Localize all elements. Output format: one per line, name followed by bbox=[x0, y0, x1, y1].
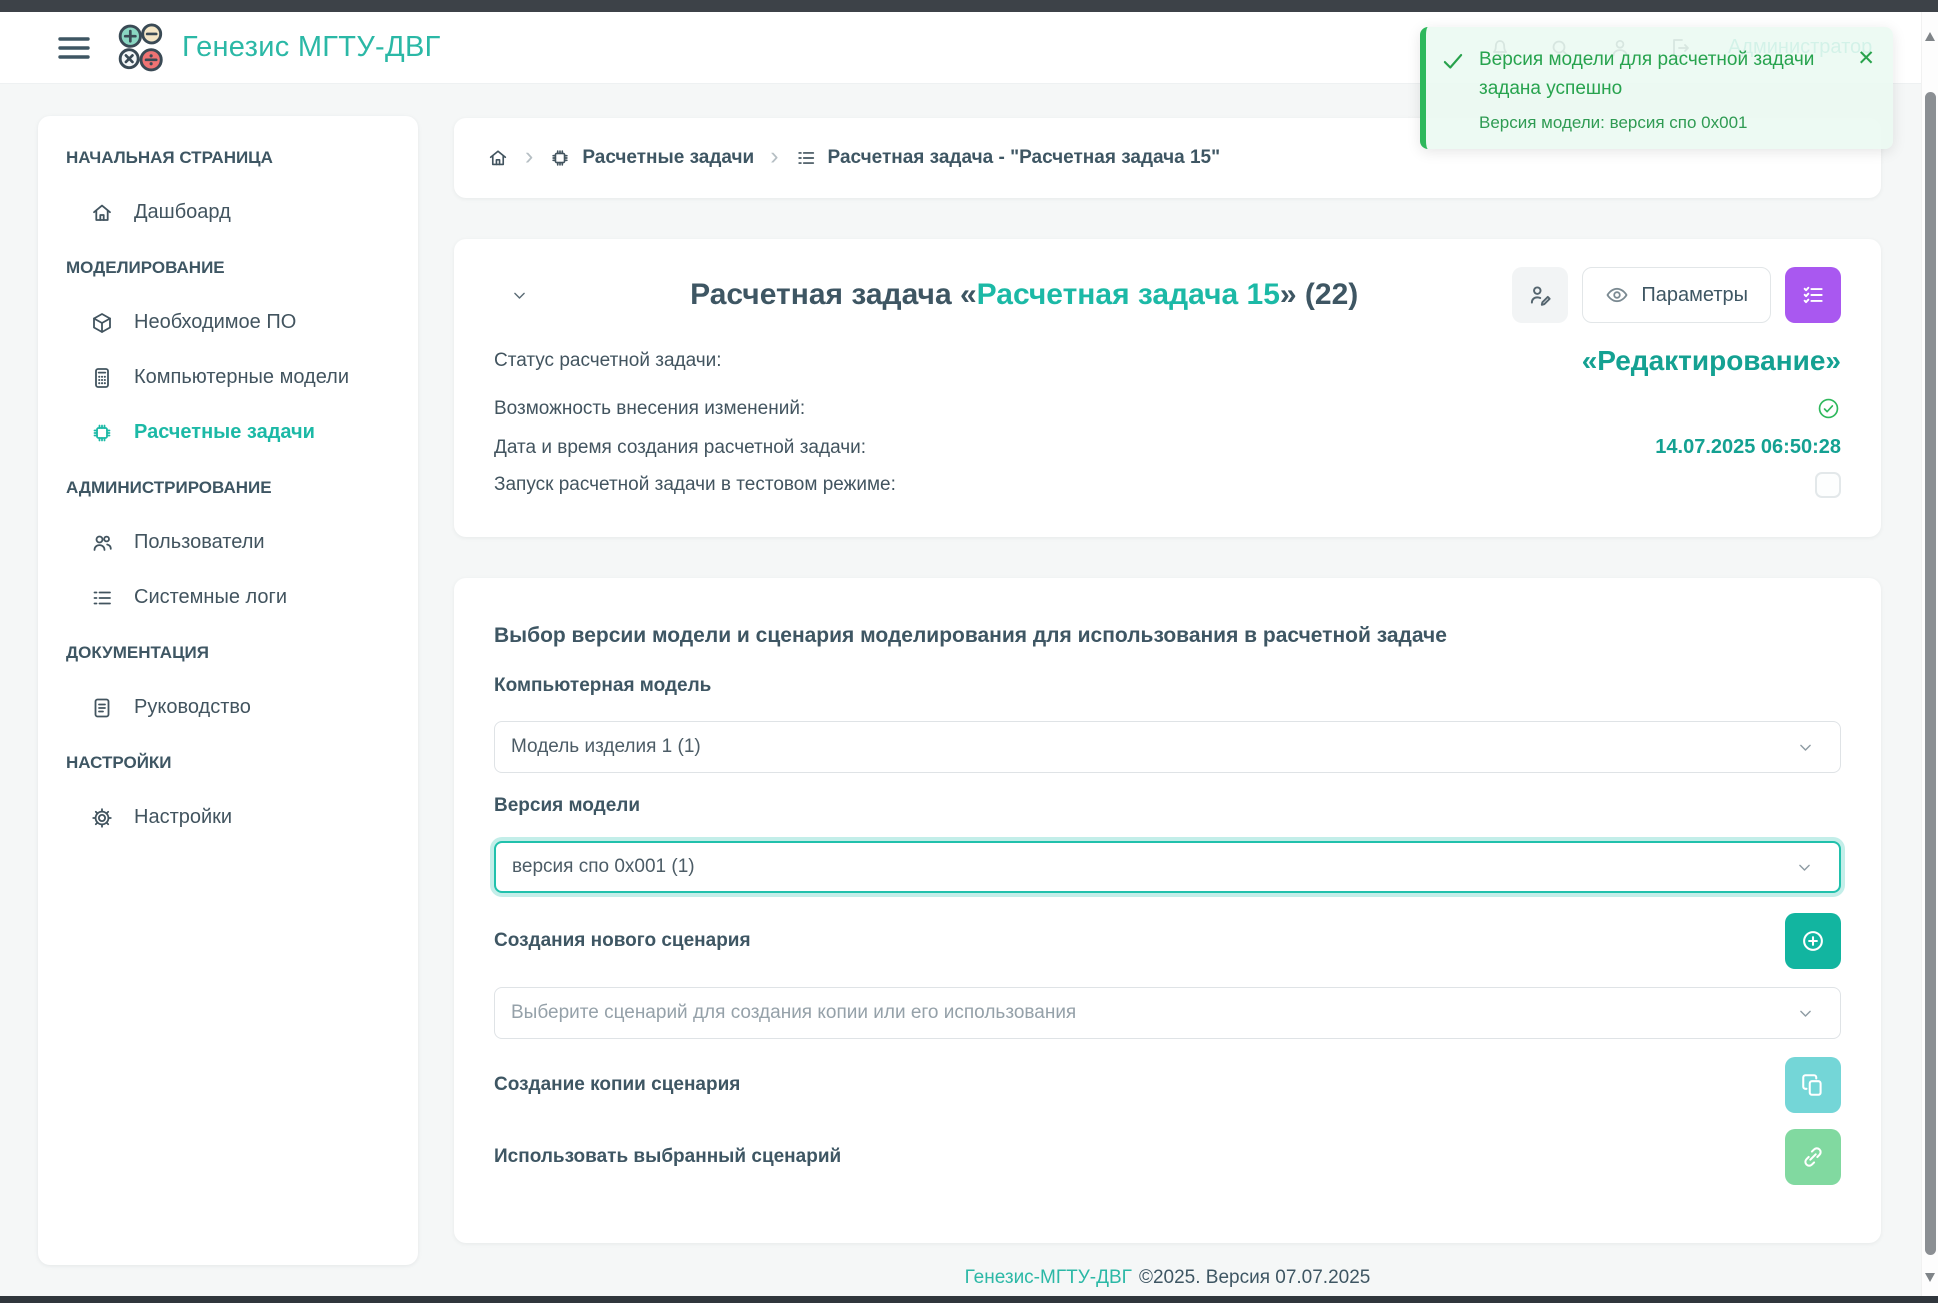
footer: Генезис-МГТУ-ДВГ ©2025. Версия 07.07.2025 bbox=[454, 1267, 1881, 1289]
toast-detail: Версия модели: версия спо 0x001 bbox=[1479, 113, 1748, 132]
toast-title: Версия модели для расчетной задачи задан… bbox=[1479, 49, 1815, 99]
scroll-down-arrow-icon[interactable] bbox=[1925, 1273, 1935, 1282]
computer-model-select[interactable]: Модель изделия 1 (1) bbox=[494, 721, 1841, 773]
sidebar: НАЧАЛЬНАЯ СТРАНИЦА Дашбоард МОДЕЛИРОВАНИ… bbox=[38, 116, 418, 1265]
gear-icon bbox=[90, 806, 114, 830]
add-scenario-button[interactable] bbox=[1785, 913, 1841, 969]
editable-label: Возможность внесения изменений: bbox=[494, 397, 806, 419]
cube-icon bbox=[90, 311, 114, 335]
close-icon[interactable]: ✕ bbox=[1857, 48, 1875, 133]
test-mode-row: Запуск расчетной задачи в тестовом режим… bbox=[494, 472, 1841, 498]
scenario-select[interactable]: Выберите сценарий для создания копии или… bbox=[494, 987, 1841, 1039]
sidebar-section-home: НАЧАЛЬНАЯ СТРАНИЦА bbox=[66, 147, 273, 167]
copy-scenario-label: Создание копии сценария bbox=[494, 1074, 741, 1095]
success-toast: Версия модели для расчетной задачи задан… bbox=[1420, 27, 1893, 149]
person-edit-icon bbox=[1527, 282, 1553, 308]
link-icon bbox=[1800, 1144, 1826, 1170]
sidebar-section-modeling: МОДЕЛИРОВАНИЕ bbox=[66, 257, 225, 277]
sidebar-item-users[interactable]: Пользователи bbox=[38, 515, 418, 570]
scenario-form-card: Выбор версии модели и сценария моделиров… bbox=[454, 578, 1881, 1243]
parameters-button[interactable]: Параметры bbox=[1582, 267, 1771, 323]
breadcrumb-home[interactable] bbox=[487, 147, 509, 169]
sidebar-item-system-logs[interactable]: Системные логи bbox=[38, 570, 418, 625]
created-value: 14.07.2025 06:50:28 bbox=[1655, 436, 1841, 458]
check-circle-icon bbox=[1816, 396, 1841, 421]
status-value: «Редактирование» bbox=[1581, 345, 1841, 376]
task-name-link[interactable]: Расчетная задача 15 bbox=[977, 278, 1280, 311]
sidebar-item-settings[interactable]: Настройки bbox=[38, 790, 418, 845]
new-scenario-label: Создания нового сценария bbox=[494, 930, 751, 951]
chip-icon bbox=[549, 147, 571, 169]
edit-user-button[interactable] bbox=[1512, 267, 1569, 323]
sidebar-section-documentation: ДОКУМЕНТАЦИЯ bbox=[66, 642, 209, 662]
sidebar-item-manual[interactable]: Руководство bbox=[38, 680, 418, 735]
form-heading: Выбор версии модели и сценария моделиров… bbox=[494, 624, 1447, 647]
checklist-button[interactable] bbox=[1785, 267, 1841, 323]
breadcrumb-separator: › bbox=[525, 142, 534, 170]
editable-row: Возможность внесения изменений: bbox=[494, 396, 1841, 421]
created-label: Дата и время создания расчетной задачи: bbox=[494, 436, 867, 458]
users-icon bbox=[90, 531, 114, 555]
chevron-down-icon bbox=[1797, 1005, 1814, 1022]
chip-icon bbox=[90, 421, 114, 445]
sidebar-item-label: Расчетные задачи bbox=[134, 421, 315, 443]
sidebar-item-label: Руководство bbox=[134, 696, 251, 718]
eye-icon bbox=[1605, 283, 1629, 307]
copy-scenario-button[interactable] bbox=[1785, 1057, 1841, 1113]
sidebar-item-dashboard[interactable]: Дашбоард bbox=[38, 185, 418, 240]
app-title: Генезис МГТУ-ДВГ bbox=[182, 31, 441, 63]
computer-model-label: Компьютерная модель bbox=[494, 675, 712, 696]
sidebar-item-label: Пользователи bbox=[134, 531, 265, 553]
menu-icon[interactable] bbox=[56, 33, 92, 63]
breadcrumb-separator: › bbox=[770, 142, 779, 170]
collapse-chevron-icon[interactable] bbox=[502, 278, 536, 312]
calculator-icon bbox=[90, 366, 114, 390]
scroll-up-arrow-icon[interactable] bbox=[1925, 32, 1935, 41]
task-card: Расчетная задача «Расчетная задача 15» (… bbox=[454, 239, 1881, 537]
breadcrumb-current: Расчетная задача - "Расчетная задача 15" bbox=[795, 147, 1220, 169]
window-bottom-bar bbox=[0, 1296, 1938, 1303]
status-label: Статус расчетной задачи: bbox=[494, 350, 722, 371]
sidebar-item-label: Настройки bbox=[134, 806, 233, 828]
vertical-scrollbar[interactable] bbox=[1921, 12, 1938, 1296]
created-row: Дата и время создания расчетной задачи: … bbox=[494, 436, 1841, 459]
test-mode-checkbox[interactable] bbox=[1815, 472, 1841, 498]
list-icon bbox=[795, 147, 817, 169]
logo-math-icon bbox=[114, 21, 168, 75]
check-icon bbox=[1440, 45, 1466, 133]
breadcrumb-calc-tasks[interactable]: Расчетные задачи bbox=[549, 147, 754, 169]
sidebar-item-computer-models[interactable]: Компьютерные модели bbox=[38, 350, 418, 405]
checklist-icon bbox=[1800, 282, 1826, 308]
plus-circle-icon bbox=[1800, 928, 1826, 954]
chevron-down-icon bbox=[1797, 739, 1814, 756]
model-version-label: Версия модели bbox=[494, 795, 641, 816]
page-title: Расчетная задача «Расчетная задача 15» (… bbox=[690, 278, 1359, 311]
status-row: Статус расчетной задачи: «Редактирование… bbox=[494, 345, 1841, 377]
sidebar-item-required-software[interactable]: Необходимое ПО bbox=[38, 295, 418, 350]
footer-text: ©2025. Версия 07.07.2025 bbox=[1138, 1267, 1371, 1288]
scrollbar-thumb[interactable] bbox=[1925, 92, 1936, 1255]
sidebar-item-label: Дашбоард bbox=[134, 201, 231, 223]
copy-icon bbox=[1800, 1072, 1826, 1098]
home-icon bbox=[90, 201, 114, 225]
test-mode-label: Запуск расчетной задачи в тестовом режим… bbox=[494, 474, 896, 495]
home-icon bbox=[487, 147, 509, 169]
scenario-select-placeholder: Выберите сценарий для создания копии или… bbox=[511, 1002, 1077, 1023]
sidebar-item-label: Компьютерные модели bbox=[134, 366, 350, 388]
use-scenario-label: Использовать выбранный сценарий bbox=[494, 1146, 842, 1167]
main-content: › Расчетные задачи › Расчетная задача - … bbox=[454, 118, 1881, 1289]
model-version-select[interactable]: версия спо 0x001 (1) bbox=[494, 841, 1841, 893]
sidebar-section-settings: НАСТРОЙКИ bbox=[66, 752, 172, 772]
footer-brand-link[interactable]: Генезис-МГТУ-ДВГ bbox=[965, 1267, 1132, 1288]
chevron-down-icon bbox=[1796, 859, 1813, 876]
window-top-bar bbox=[0, 0, 1938, 12]
sidebar-section-administration: АДМИНИСТРИРОВАНИЕ bbox=[66, 477, 272, 497]
sidebar-item-calc-tasks[interactable]: Расчетные задачи bbox=[38, 405, 418, 460]
manual-icon bbox=[90, 696, 114, 720]
use-scenario-button[interactable] bbox=[1785, 1129, 1841, 1185]
sidebar-item-label: Необходимое ПО bbox=[134, 311, 297, 333]
sidebar-item-label: Системные логи bbox=[134, 586, 288, 608]
list-icon bbox=[90, 586, 114, 610]
